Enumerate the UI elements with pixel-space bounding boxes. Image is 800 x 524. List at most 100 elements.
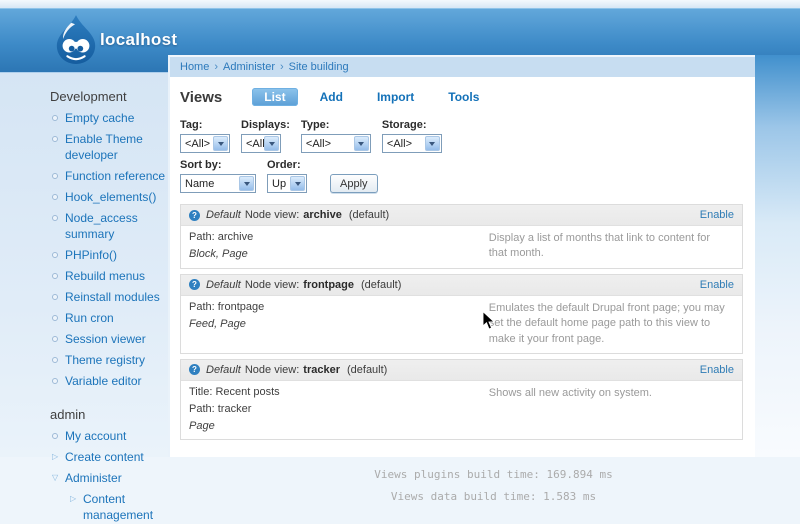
sort-by-filter-label: Sort by:: [180, 159, 222, 171]
sidebar-item-node-access-summary[interactable]: Node_access summary: [52, 211, 180, 243]
view-type-label: Default: [206, 278, 241, 291]
breadcrumb-separator: ›: [279, 61, 284, 73]
sidebar-item-theme-registry[interactable]: Theme registry: [52, 353, 180, 369]
sidebar-item-function-reference[interactable]: Function reference: [52, 169, 180, 185]
sidebar-menu-admin: My account ▷ Create content ▽ Administer ▷…: [52, 429, 180, 524]
filter-order: Order: Up: [267, 159, 307, 193]
circle-bullet-icon: [52, 115, 58, 121]
enable-link[interactable]: Enable: [700, 364, 734, 376]
dropdown-arrow-icon[interactable]: [290, 176, 305, 191]
apply-button[interactable]: Apply: [330, 174, 378, 193]
view-kind-label: Node view:: [244, 278, 300, 291]
sidebar-item-variable-editor[interactable]: Variable editor: [52, 374, 180, 390]
sidebar-item-rebuild-menus[interactable]: Rebuild menus: [52, 269, 180, 285]
chevron-down-icon[interactable]: ▽: [52, 472, 58, 484]
view-row-header: ? Default Node view: archive (default) E…: [181, 205, 742, 226]
dropdown-arrow-icon[interactable]: [424, 136, 440, 151]
sidebar-item-session-viewer[interactable]: Session viewer: [52, 332, 180, 348]
view-row-tracker: ? Default Node view: tracker (default) E…: [180, 358, 743, 440]
sidebar-item-content-management[interactable]: ▷ Content management: [70, 492, 180, 524]
view-row-body: Path: frontpage Feed, Page Emulates the …: [181, 296, 742, 353]
circle-bullet-icon: [52, 357, 58, 363]
circle-bullet-icon: [52, 215, 58, 221]
view-suffix: (default): [361, 278, 402, 291]
sidebar: Development Empty cache Enable Theme dev…: [0, 72, 168, 522]
top-strip: [0, 0, 800, 8]
filter-storage: Storage: <All>: [381, 119, 442, 153]
tab-tools[interactable]: Tools: [436, 88, 491, 106]
view-row-header: ? Default Node view: frontpage (default)…: [181, 274, 742, 296]
site-name: localhost: [100, 30, 178, 49]
dropdown-arrow-icon[interactable]: [264, 136, 279, 151]
filter-sort-by: Sort by: Name: [180, 159, 256, 193]
plugins-build-time: Views plugins build time: 169.894 ms: [374, 467, 613, 481]
type-filter-label: Type:: [300, 119, 330, 131]
displays-filter-label: Displays:: [241, 119, 290, 131]
type-filter-select[interactable]: <All>: [300, 134, 371, 153]
view-name: archive: [303, 209, 342, 221]
sidebar-item-empty-cache[interactable]: Empty cache: [52, 111, 180, 127]
circle-bullet-icon: [52, 273, 58, 279]
sidebar-item-phpinfo[interactable]: PHPinfo(): [52, 248, 180, 264]
tag-filter-select[interactable]: <All>: [180, 134, 230, 153]
circle-bullet-icon: [52, 336, 58, 342]
sidebar-item-my-account[interactable]: My account: [52, 429, 180, 445]
order-filter-select[interactable]: Up: [267, 174, 307, 193]
view-description: Shows all new activity on system.: [488, 386, 652, 399]
sidebar-item-hook-elements[interactable]: Hook_elements(): [52, 190, 180, 206]
dropdown-arrow-icon[interactable]: [239, 176, 254, 191]
sidebar-menu-development: Empty cache Enable Theme developer Funct…: [52, 111, 180, 390]
sidebar-item-reinstall-modules[interactable]: Reinstall modules: [52, 290, 180, 306]
views-filters: Tag: <All> Displays: <All> Type: <All> S…: [180, 119, 743, 193]
sidebar-item-enable-theme-developer[interactable]: Enable Theme developer: [52, 132, 180, 164]
sidebar-item-run-cron[interactable]: Run cron: [52, 311, 180, 327]
tab-list[interactable]: List: [252, 88, 298, 106]
displays-filter-select[interactable]: <All>: [241, 134, 281, 153]
views-tabs: List Add Import Tools: [252, 88, 501, 106]
views-list: ? Default Node view: archive (default) E…: [180, 204, 743, 440]
view-path: Path: archive: [189, 231, 254, 243]
sidebar-item-create-content[interactable]: ▷ Create content: [52, 450, 180, 466]
sidebar-item-administer[interactable]: ▽ Administer: [52, 471, 180, 487]
order-filter-label: Order:: [267, 159, 301, 171]
breadcrumb-home[interactable]: Home: [180, 61, 209, 73]
help-icon[interactable]: ?: [189, 279, 200, 291]
circle-bullet-icon: [52, 136, 58, 142]
tab-import[interactable]: Import: [365, 88, 426, 106]
circle-bullet-icon: [52, 294, 58, 300]
circle-bullet-icon: [52, 252, 58, 258]
breadcrumb-administer[interactable]: Administer: [223, 61, 275, 73]
dropdown-arrow-icon[interactable]: [353, 136, 369, 151]
circle-bullet-icon: [52, 433, 58, 439]
view-title: Title: Recent posts: [189, 385, 280, 398]
filter-displays: Displays: <All>: [241, 119, 290, 153]
breadcrumb-site-building[interactable]: Site building: [289, 61, 349, 73]
view-type-label: Default: [206, 363, 241, 376]
sort-by-filter-select[interactable]: Name: [180, 174, 256, 193]
drupal-logo-icon: [56, 15, 96, 64]
circle-bullet-icon: [52, 173, 58, 179]
help-icon[interactable]: ?: [189, 364, 200, 376]
sidebar-heading-development: Development: [50, 89, 127, 104]
view-path: Path: tracker: [189, 402, 252, 415]
enable-link[interactable]: Enable: [700, 209, 734, 221]
storage-filter-select[interactable]: <All>: [381, 134, 442, 153]
dropdown-arrow-icon[interactable]: [213, 136, 228, 151]
help-icon[interactable]: ?: [189, 209, 200, 221]
view-kind-label: Node view:: [244, 363, 300, 376]
background-gradient-strip: [755, 55, 800, 457]
breadcrumb: Home › Administer › Site building: [170, 57, 755, 77]
tab-add[interactable]: Add: [308, 88, 355, 106]
view-row-body: Path: archive Block, Page Display a list…: [181, 226, 742, 268]
chevron-right-icon[interactable]: ▷: [52, 451, 58, 463]
view-description: Display a list of months that link to co…: [488, 232, 711, 260]
circle-bullet-icon: [52, 315, 58, 321]
circle-bullet-icon: [52, 378, 58, 384]
view-row-frontpage: ? Default Node view: frontpage (default)…: [180, 273, 743, 354]
chevron-right-icon[interactable]: ▷: [70, 493, 76, 505]
view-displays: Page: [189, 419, 215, 432]
view-row-header: ? Default Node view: tracker (default) E…: [181, 359, 742, 381]
data-build-time: Views data build time: 1.583 ms: [390, 489, 597, 503]
content-panel: Home › Administer › Site building Views …: [168, 55, 755, 503]
enable-link[interactable]: Enable: [700, 279, 734, 291]
